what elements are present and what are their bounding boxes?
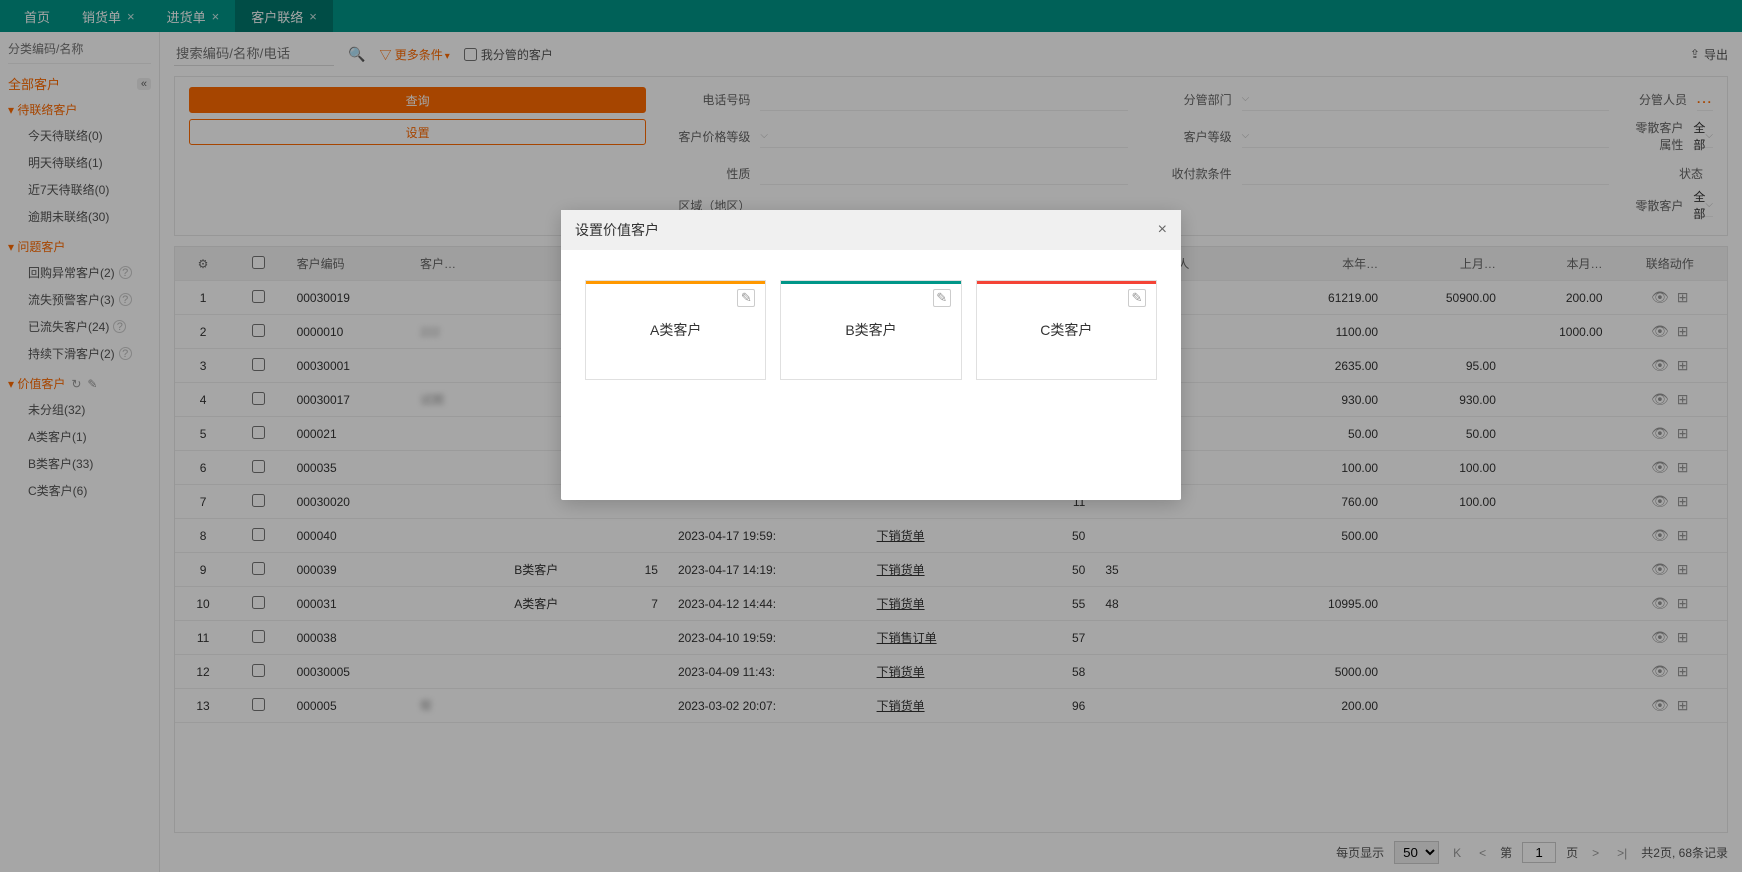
card-label: A类客户 — [650, 320, 701, 340]
value-card-b[interactable]: ✎ B类客户 — [780, 280, 961, 380]
edit-icon[interactable]: ✎ — [737, 289, 755, 307]
edit-icon[interactable]: ✎ — [1128, 289, 1146, 307]
value-card-c[interactable]: ✎ C类客户 — [976, 280, 1157, 380]
modal-value-customer: 设置价值客户 × ✎ A类客户 ✎ B类客户 ✎ C类客户 — [561, 210, 1181, 500]
edit-icon[interactable]: ✎ — [933, 289, 951, 307]
card-label: B类客户 — [845, 320, 896, 340]
card-label: C类客户 — [1040, 320, 1092, 340]
modal-header: 设置价值客户 × — [561, 210, 1181, 250]
value-card-a[interactable]: ✎ A类客户 — [585, 280, 766, 380]
modal-overlay[interactable]: 设置价值客户 × ✎ A类客户 ✎ B类客户 ✎ C类客户 — [0, 0, 1742, 872]
modal-title: 设置价值客户 — [575, 220, 659, 240]
close-icon[interactable]: × — [1158, 221, 1167, 239]
modal-body: ✎ A类客户 ✎ B类客户 ✎ C类客户 — [561, 250, 1181, 500]
